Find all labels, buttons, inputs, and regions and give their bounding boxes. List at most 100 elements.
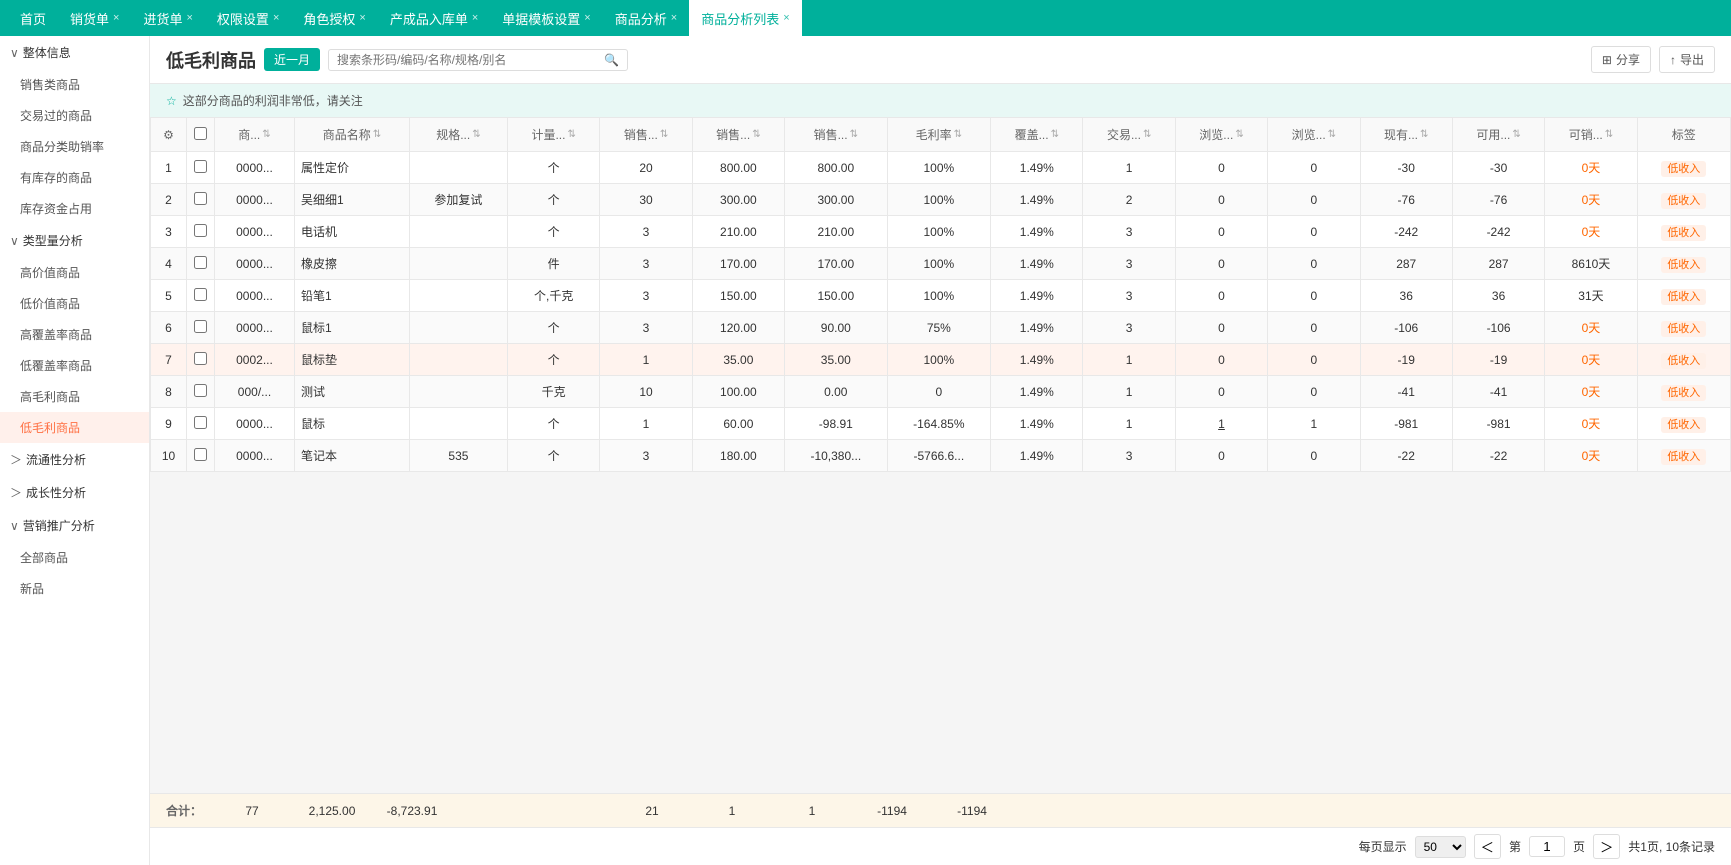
- row-trade-count: 1: [1083, 408, 1175, 440]
- row-unit: 个: [507, 408, 599, 440]
- close-icon[interactable]: ×: [783, 12, 789, 24]
- prev-page-button[interactable]: ＜: [1474, 834, 1501, 859]
- nav-product-analysis[interactable]: 商品分析×: [603, 0, 689, 36]
- select-all-checkbox[interactable]: [194, 127, 207, 140]
- period-button[interactable]: 近一月: [264, 48, 320, 71]
- sidebar-section-overall[interactable]: ∨ 整体信息: [0, 36, 149, 69]
- search-input[interactable]: [337, 53, 604, 67]
- row-checkbox[interactable]: [187, 312, 215, 344]
- sidebar-item-high-gross[interactable]: 高毛利商品: [0, 381, 149, 412]
- row-saleable-days: 8610天: [1545, 248, 1637, 280]
- row-sales-profit: 150.00: [785, 280, 887, 312]
- row-cover-rate: 1.49%: [991, 248, 1083, 280]
- table-row: 6 0000... 鼠标1 个 3 120.00 90.00 75% 1.49%…: [151, 312, 1731, 344]
- row-sales-count: 30: [600, 184, 692, 216]
- col-view1-header: 浏览...⇅: [1175, 118, 1267, 152]
- sidebar-item-all-goods[interactable]: 全部商品: [0, 542, 149, 573]
- row-spec: 535: [409, 440, 507, 472]
- search-box[interactable]: 🔍: [328, 49, 628, 71]
- row-checkbox[interactable]: [187, 440, 215, 472]
- footer-current-stock: -1194: [862, 804, 922, 818]
- close-icon[interactable]: ×: [359, 12, 365, 24]
- row-saleable-days: 0天: [1545, 312, 1637, 344]
- nav-home[interactable]: 首页: [8, 0, 58, 36]
- sidebar-item-low-coverage[interactable]: 低覆盖率商品: [0, 350, 149, 381]
- row-checkbox[interactable]: [187, 216, 215, 248]
- nav-product-warehouse[interactable]: 产成品入库单×: [378, 0, 490, 36]
- sidebar-section-flow-analysis[interactable]: ＞ 流通性分析: [0, 443, 149, 476]
- row-trade-count: 3: [1083, 312, 1175, 344]
- row-tag: 低收入: [1637, 440, 1730, 472]
- per-page-select[interactable]: 50 100 200: [1415, 836, 1466, 858]
- export-icon: ↑: [1670, 53, 1676, 67]
- nav-role-auth[interactable]: 角色授权×: [291, 0, 377, 36]
- pagination-bar: 每页显示 50 100 200 ＜ 第 页 ＞ 共1页, 10条记录: [150, 827, 1731, 865]
- nav-permissions[interactable]: 权限设置×: [205, 0, 291, 36]
- row-view1: 0: [1175, 248, 1267, 280]
- next-page-button[interactable]: ＞: [1593, 834, 1620, 859]
- sidebar-item-high-value[interactable]: 高价值商品: [0, 257, 149, 288]
- content-header: 低毛利商品 近一月 🔍 ⊞ 分享 ↑ 导出: [150, 36, 1731, 84]
- row-sales-count: 1: [600, 408, 692, 440]
- close-icon[interactable]: ×: [273, 12, 279, 24]
- row-sales-price: 150.00: [692, 280, 784, 312]
- footer-sales-price: 2,125.00: [302, 804, 362, 818]
- row-gross-rate: 100%: [887, 344, 991, 376]
- sidebar-item-low-gross[interactable]: 低毛利商品: [0, 412, 149, 443]
- row-name: 电话机: [294, 216, 409, 248]
- row-sales-profit: 800.00: [785, 152, 887, 184]
- nav-template-settings[interactable]: 单据模板设置×: [490, 0, 602, 36]
- col-sales-price-header: 销售...⇅: [692, 118, 784, 152]
- row-checkbox[interactable]: [187, 248, 215, 280]
- nav-product-analysis-list[interactable]: 商品分析列表×: [689, 0, 801, 36]
- col-settings[interactable]: ⚙: [151, 118, 187, 152]
- row-code: 0000...: [215, 152, 295, 184]
- row-view2: 0: [1268, 312, 1360, 344]
- sidebar-section-type-analysis[interactable]: ∨ 类型量分析: [0, 224, 149, 257]
- table-footer: 合计： 77 2,125.00 -8,723.91 21 1 1 -1194 -…: [150, 793, 1731, 827]
- close-icon[interactable]: ×: [186, 12, 192, 24]
- close-icon[interactable]: ×: [472, 12, 478, 24]
- row-name: 橡皮擦: [294, 248, 409, 280]
- col-name-header: 商品名称⇅: [294, 118, 409, 152]
- row-view1[interactable]: 1: [1175, 408, 1267, 440]
- row-checkbox[interactable]: [187, 184, 215, 216]
- sidebar-item-category-rate[interactable]: 商品分类助销率: [0, 131, 149, 162]
- row-sales-price: 120.00: [692, 312, 784, 344]
- row-name: 测试: [294, 376, 409, 408]
- page-number-input[interactable]: [1529, 836, 1565, 857]
- row-code: 000/...: [215, 376, 295, 408]
- row-available-stock: -19: [1452, 344, 1544, 376]
- col-checkbox-header[interactable]: [187, 118, 215, 152]
- nav-purchase-order[interactable]: 进货单×: [131, 0, 204, 36]
- close-icon[interactable]: ×: [113, 12, 119, 24]
- close-icon[interactable]: ×: [584, 12, 590, 24]
- row-checkbox[interactable]: [187, 344, 215, 376]
- sidebar-item-high-coverage[interactable]: 高覆盖率商品: [0, 319, 149, 350]
- sidebar-item-sales-goods[interactable]: 销售类商品: [0, 69, 149, 100]
- share-button[interactable]: ⊞ 分享: [1591, 46, 1651, 73]
- sidebar-item-new-goods[interactable]: 新品: [0, 573, 149, 604]
- row-available-stock: -106: [1452, 312, 1544, 344]
- row-code: 0000...: [215, 216, 295, 248]
- export-button[interactable]: ↑ 导出: [1659, 46, 1715, 73]
- sidebar-item-stock-capital[interactable]: 库存资金占用: [0, 193, 149, 224]
- sidebar-item-in-stock[interactable]: 有库存的商品: [0, 162, 149, 193]
- row-checkbox[interactable]: [187, 280, 215, 312]
- sidebar-section-marketing-analysis[interactable]: ∨ 营销推广分析: [0, 509, 149, 542]
- nav-sales-order[interactable]: 销货单×: [58, 0, 131, 36]
- close-icon[interactable]: ×: [671, 12, 677, 24]
- row-name: 鼠标: [294, 408, 409, 440]
- sidebar-section-growth-analysis[interactable]: ＞ 成长性分析: [0, 476, 149, 509]
- row-checkbox[interactable]: [187, 408, 215, 440]
- row-unit: 个: [507, 344, 599, 376]
- chevron-down-icon: ∨: [10, 519, 19, 533]
- search-icon[interactable]: 🔍: [604, 53, 619, 67]
- sidebar-item-traded-goods[interactable]: 交易过的商品: [0, 100, 149, 131]
- sidebar-item-low-value[interactable]: 低价值商品: [0, 288, 149, 319]
- row-gross-rate: 100%: [887, 152, 991, 184]
- row-view1: 0: [1175, 312, 1267, 344]
- row-cover-rate: 1.49%: [991, 184, 1083, 216]
- row-checkbox[interactable]: [187, 376, 215, 408]
- row-checkbox[interactable]: [187, 152, 215, 184]
